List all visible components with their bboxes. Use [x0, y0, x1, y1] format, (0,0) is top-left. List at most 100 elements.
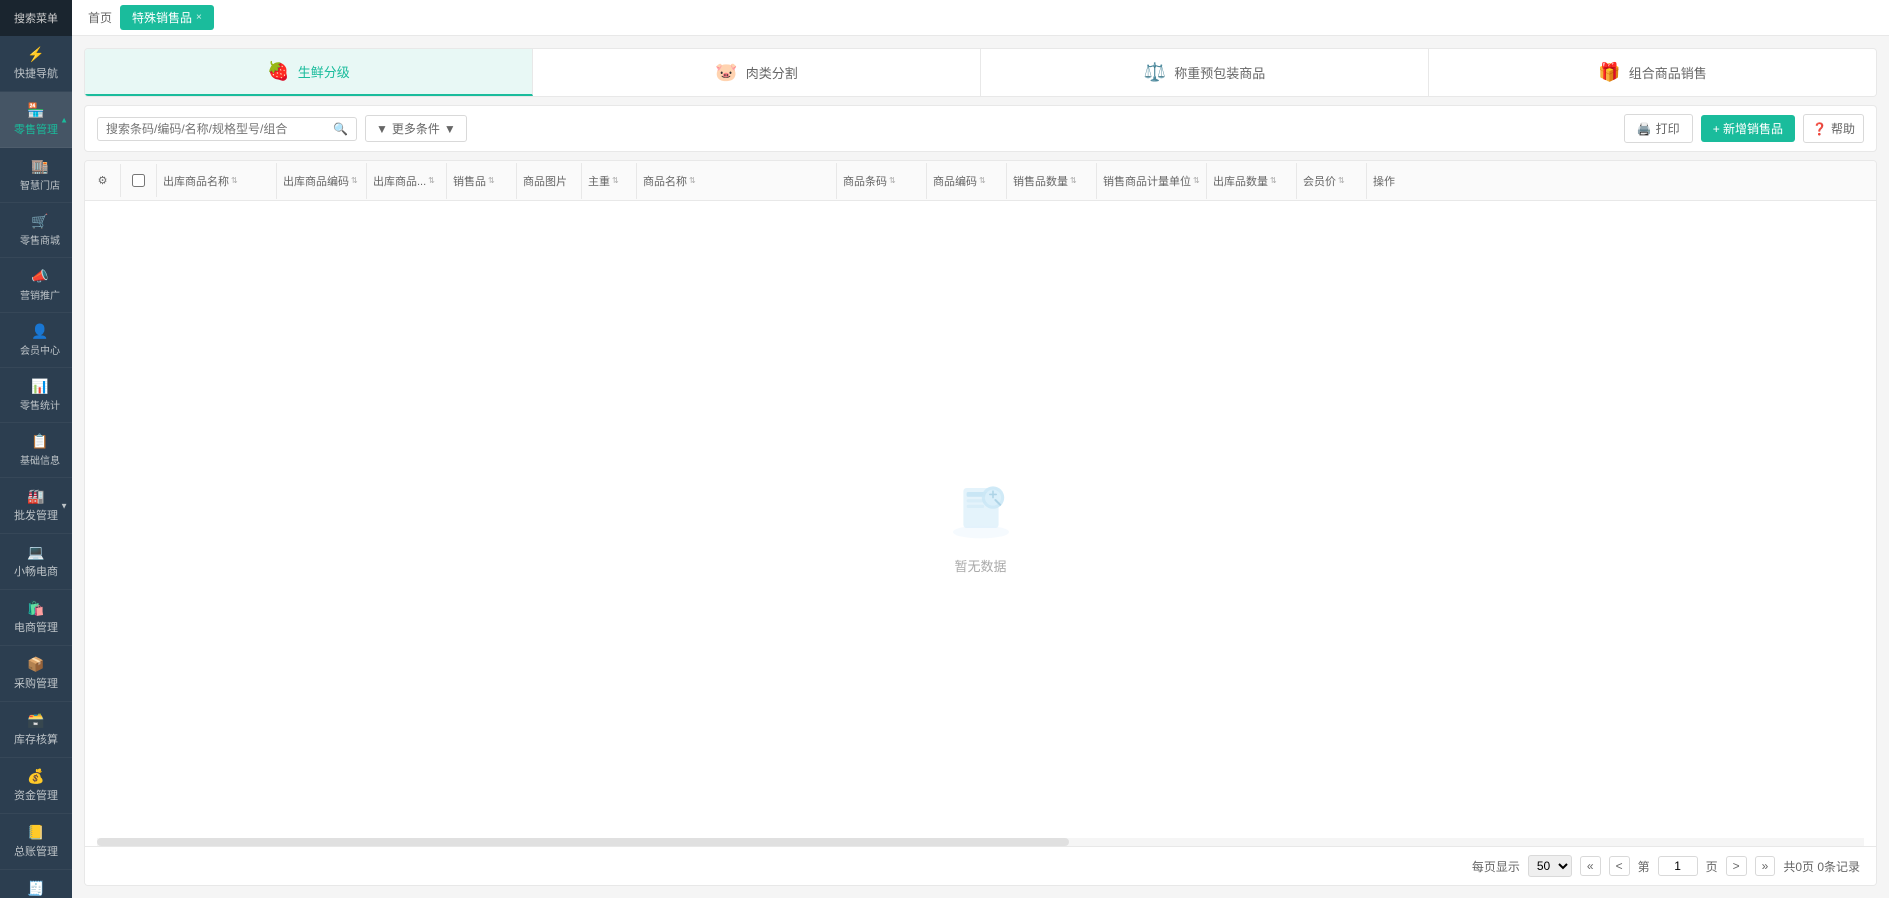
select-all-checkbox[interactable]: [132, 174, 145, 187]
search-icon[interactable]: 🔍: [333, 122, 348, 136]
sidebar-item-retail-stats[interactable]: 📊 零售统计: [0, 368, 72, 423]
sidebar-item-sales-promo[interactable]: 📣 营销推广: [0, 258, 72, 313]
sidebar-item-basic-info[interactable]: 📋 基础信息: [0, 423, 72, 478]
retail-mall-icon: 🛒: [31, 213, 48, 230]
data-table: ⚙ 出库商品名称 ⇅ 出库商品编码 ⇅ 出库商品... ⇅: [84, 160, 1877, 886]
table-body: 暂无数据: [85, 201, 1876, 838]
sort-icon10[interactable]: ⇅: [1193, 176, 1200, 185]
th-check[interactable]: [121, 164, 157, 197]
search-box: 🔍: [97, 117, 357, 141]
sidebar-item-finance[interactable]: 💰 资金管理: [0, 758, 72, 814]
th-member-price: 会员价 ⇅: [1297, 163, 1367, 199]
sidebar-item-smart-store[interactable]: 🏬 智慧门店: [0, 148, 72, 203]
tab-combo-sales[interactable]: 🎁 组合商品销售: [1429, 49, 1876, 96]
th-sales-unit: 销售商品计量单位 ⇅: [1097, 163, 1207, 199]
search-input[interactable]: [106, 122, 329, 136]
sidebar-item-inventory[interactable]: 🗃️ 库存核算: [0, 702, 72, 758]
fresh-grade-icon: 🍓: [267, 61, 289, 82]
sidebar-item-quick-nav[interactable]: ⚡ 快捷导航: [0, 36, 72, 92]
scrollbar-track: [97, 838, 1069, 846]
purchase-mgmt-icon: 📦: [27, 656, 44, 673]
sort-icon7[interactable]: ⇅: [889, 176, 896, 185]
sales-promo-icon: 📣: [31, 268, 48, 285]
page-next-button[interactable]: >: [1726, 856, 1747, 876]
basic-info-icon: 📋: [31, 433, 48, 450]
page-input[interactable]: [1658, 856, 1698, 876]
sort-icon[interactable]: ⇅: [231, 176, 238, 185]
print-icon: 🖨️: [1637, 122, 1652, 136]
breadcrumb-home[interactable]: 首页: [88, 9, 112, 26]
horizontal-scrollbar[interactable]: [97, 838, 1864, 846]
sidebar-item-purchase-mgmt[interactable]: 📦 采购管理: [0, 646, 72, 702]
th-product-img: 商品图片: [517, 163, 582, 199]
total-label: 共0页 0条记录: [1783, 858, 1860, 875]
table-header: ⚙ 出库商品名称 ⇅ 出库商品编码 ⇅ 出库商品... ⇅: [85, 161, 1876, 201]
th-product-name: 商品名称 ⇅: [637, 163, 837, 199]
sort-icon6[interactable]: ⇅: [689, 176, 696, 185]
invoice-mgmt-icon: 🧾: [27, 880, 44, 897]
inventory-icon: 🗃️: [27, 712, 44, 729]
th-settings[interactable]: ⚙: [85, 164, 121, 197]
sort-icon12[interactable]: ⇅: [1338, 176, 1345, 185]
retail-mgmt-icon: 🏪: [27, 102, 44, 119]
topbar-tab-special-sales[interactable]: 特殊销售品 ×: [120, 5, 214, 30]
page-label: 第: [1638, 858, 1650, 875]
general-ledger-icon: 📒: [27, 824, 44, 841]
member-center-icon: 👤: [31, 323, 48, 340]
sort-icon9[interactable]: ⇅: [1070, 176, 1077, 185]
sidebar-item-retail-mgmt[interactable]: 🏪 零售管理: [0, 92, 72, 148]
toolbar-right: 🖨️ 打印 + 新增销售品 ❓ 帮助: [1624, 114, 1864, 143]
th-operate: 操作: [1367, 163, 1876, 199]
toolbar-left: 🔍 ▼ 更多条件 ▼: [97, 115, 467, 142]
th-product-num: 商品编码 ⇅: [927, 163, 1007, 199]
empty-illustration: [941, 464, 1021, 544]
sort-icon11[interactable]: ⇅: [1270, 176, 1277, 185]
toolbar: 🔍 ▼ 更多条件 ▼ 🖨️ 打印 + 新增销售品 ❓ 帮助: [84, 105, 1877, 152]
sidebar-item-member-center[interactable]: 👤 会员中心: [0, 313, 72, 368]
sidebar-item-wholesale-mgmt[interactable]: 🏭 批发管理: [0, 478, 72, 534]
page-prev-button[interactable]: <: [1609, 856, 1630, 876]
sidebar-item-ecom-mgmt[interactable]: 🛍️ 电商管理: [0, 590, 72, 646]
settings-icon: ⚙: [98, 174, 108, 187]
mini-ecom-icon: 💻: [27, 544, 44, 561]
empty-text: 暂无数据: [954, 556, 1006, 575]
per-page-label: 每页显示: [1472, 858, 1520, 875]
th-out-product-code: 出库商品编码 ⇅: [277, 163, 367, 199]
th-sales-qty: 销售品数量 ⇅: [1007, 163, 1097, 199]
finance-icon: 💰: [27, 768, 44, 785]
tab-pills-row: 🍓 生鲜分级 🐷 肉类分割 ⚖️ 称重预包装商品 🎁 组合商品销售: [84, 48, 1877, 97]
page-first-button[interactable]: «: [1580, 856, 1601, 876]
wholesale-mgmt-icon: 🏭: [27, 488, 44, 505]
tab-fresh-grade[interactable]: 🍓 生鲜分级: [85, 49, 533, 96]
sidebar-item-mini-ecom[interactable]: 💻 小畅电商: [0, 534, 72, 590]
print-button[interactable]: 🖨️ 打印: [1624, 114, 1693, 143]
sidebar-item-general-ledger[interactable]: 📒 总账管理: [0, 814, 72, 870]
sort-icon3[interactable]: ⇅: [428, 176, 435, 185]
th-product-barcode: 商品条码 ⇅: [837, 163, 927, 199]
pagination: 每页显示 50 « < 第 页 > » 共0页 0条记录: [85, 846, 1876, 885]
topbar: 首页 特殊销售品 ×: [72, 0, 1889, 36]
tab-weight-prepack[interactable]: ⚖️ 称重预包装商品: [981, 49, 1429, 96]
th-out-product-name: 出库商品名称 ⇅: [157, 163, 277, 199]
sidebar-item-invoice-mgmt[interactable]: 🧾 发票管理: [0, 870, 72, 898]
per-page-select[interactable]: 50: [1528, 855, 1572, 877]
help-icon: ❓: [1812, 122, 1827, 136]
sort-icon4[interactable]: ⇅: [488, 176, 495, 185]
sort-icon8[interactable]: ⇅: [979, 176, 986, 185]
sidebar-logo[interactable]: 搜索菜单: [0, 0, 72, 36]
new-product-button[interactable]: + 新增销售品: [1701, 115, 1795, 142]
meat-cut-icon: 🐷: [715, 62, 737, 83]
sort-icon2[interactable]: ⇅: [351, 176, 358, 185]
topbar-tab-close[interactable]: ×: [196, 12, 202, 23]
page-last-button[interactable]: »: [1755, 856, 1776, 876]
page-content: 🍓 生鲜分级 🐷 肉类分割 ⚖️ 称重预包装商品 🎁 组合商品销售 🔍: [72, 36, 1889, 898]
th-sales-product: 销售品 ⇅: [447, 163, 517, 199]
help-button[interactable]: ❓ 帮助: [1803, 114, 1864, 143]
filter-arrow-icon: ▼: [444, 122, 456, 136]
smart-store-icon: 🏬: [31, 158, 48, 175]
filter-button[interactable]: ▼ 更多条件 ▼: [365, 115, 467, 142]
tab-meat-cut[interactable]: 🐷 肉类分割: [533, 49, 981, 96]
sort-icon5[interactable]: ⇅: [612, 176, 619, 185]
main-content: 首页 特殊销售品 × 🍓 生鲜分级 🐷 肉类分割 ⚖️ 称重预包装商品 🎁 组合…: [72, 0, 1889, 898]
sidebar-item-retail-mall[interactable]: 🛒 零售商城: [0, 203, 72, 258]
